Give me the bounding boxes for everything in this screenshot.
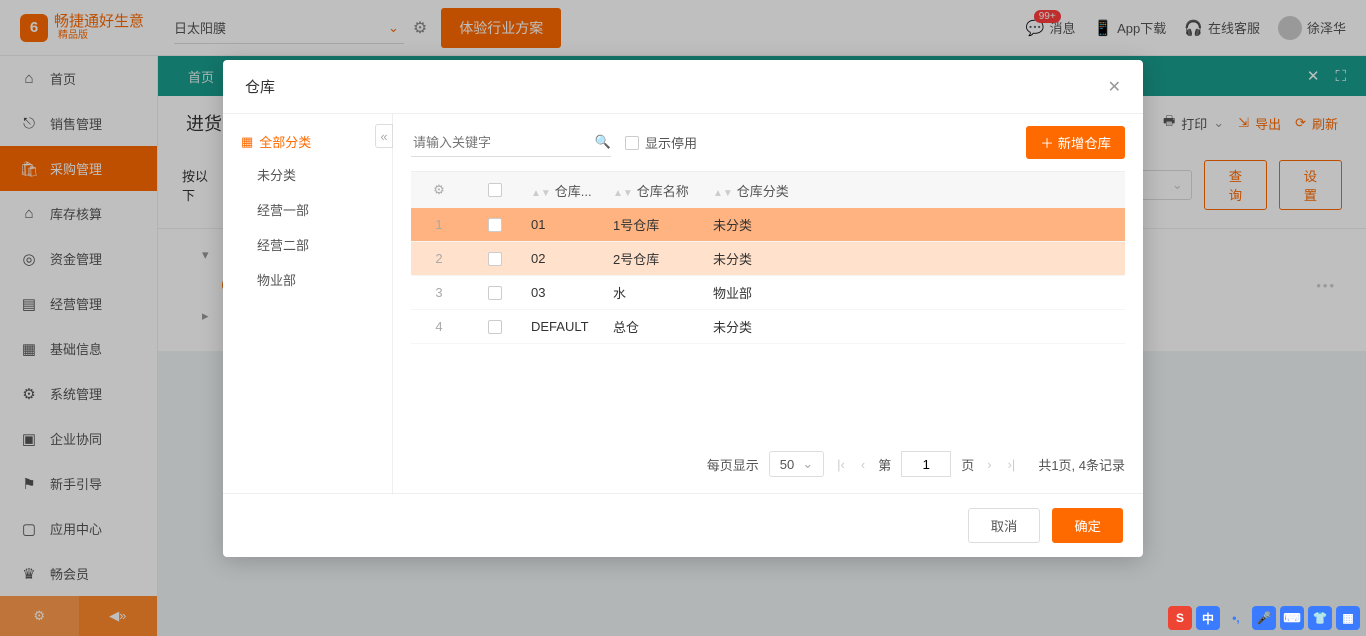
page-input[interactable] (901, 451, 951, 477)
warehouse-modal: 仓库 ✕ « ▦ 全部分类 未分类 经营一部 经营二部 物业部 🔍 显示停用 (223, 60, 1143, 557)
row-checkbox[interactable] (488, 320, 502, 334)
table-row[interactable]: 4 DEFAULT 总仓 未分类 (411, 310, 1125, 344)
cancel-button[interactable]: 取消 (968, 508, 1041, 543)
chevron-down-icon: ⌄ (802, 456, 813, 472)
pager-summary: 共1页, 4条记录 (1038, 455, 1125, 474)
show-disabled-label: 显示停用 (645, 133, 697, 152)
table-row[interactable]: 2 02 2号仓库 未分类 (411, 242, 1125, 276)
ime-cn-icon[interactable]: 中 (1196, 606, 1220, 630)
col-cat-label: 仓库分类 (737, 184, 789, 199)
table-panel: 🔍 显示停用 ＋ 新增仓库 ⚙ ▲▼ 仓库... ▲▼ 仓库名称 ▲▼ 仓库分类 (393, 114, 1143, 493)
collapse-panel-icon[interactable]: « (375, 124, 393, 148)
cell-name: 水 (613, 283, 713, 302)
sort-icon: ▲▼ (531, 188, 551, 199)
table-header: ⚙ ▲▼ 仓库... ▲▼ 仓库名称 ▲▼ 仓库分类 (411, 172, 1125, 208)
add-label: 新增仓库 (1058, 133, 1111, 152)
select-all-checkbox[interactable] (488, 183, 502, 197)
row-index: 4 (411, 319, 467, 334)
per-page-select[interactable]: 50 ⌄ (769, 451, 824, 477)
col-code[interactable]: ▲▼ 仓库... (523, 181, 613, 200)
ime-mic-icon[interactable]: 🎤 (1252, 606, 1276, 630)
modal-title: 仓库 (245, 76, 275, 97)
show-disabled-checkbox[interactable]: 显示停用 (625, 133, 697, 152)
page-prev-icon[interactable]: ‹ (858, 457, 868, 472)
cell-name: 2号仓库 (613, 249, 713, 268)
col-category[interactable]: ▲▼ 仓库分类 (713, 181, 1125, 200)
pager: 每页显示 50 ⌄ |‹ ‹ 第 页 › ›| 共1页, 4条记录 (411, 437, 1125, 477)
table-row[interactable]: 1 01 1号仓库 未分类 (411, 208, 1125, 242)
ime-bar: S 中 •, 🎤 ⌨ 👕 ▦ (1168, 606, 1360, 630)
category-root-label: 全部分类 (259, 132, 311, 151)
category-all[interactable]: ▦ 全部分类 (223, 126, 392, 157)
sort-icon: ▲▼ (613, 188, 633, 199)
cell-name: 1号仓库 (613, 215, 713, 234)
cell-cat: 未分类 (713, 215, 1125, 234)
row-index: 3 (411, 285, 467, 300)
category-item[interactable]: 未分类 (223, 157, 392, 192)
ok-button[interactable]: 确定 (1052, 508, 1123, 543)
page-suffix: 页 (961, 455, 974, 474)
category-item[interactable]: 物业部 (223, 262, 392, 297)
cell-code: DEFAULT (523, 319, 613, 334)
grid-icon: ▦ (241, 134, 253, 150)
col-code-label: 仓库... (555, 184, 592, 199)
col-name-label: 仓库名称 (637, 184, 689, 199)
search-input[interactable] (411, 129, 595, 156)
ime-keyboard-icon[interactable]: ⌨ (1280, 606, 1304, 630)
plus-icon: ＋ (1040, 133, 1053, 152)
per-page-label: 每页显示 (707, 455, 759, 474)
warehouse-table: ⚙ ▲▼ 仓库... ▲▼ 仓库名称 ▲▼ 仓库分类 1 01 1号仓库 未分类 2 … (411, 171, 1125, 344)
ime-sogou-icon[interactable]: S (1168, 606, 1192, 630)
row-checkbox[interactable] (488, 218, 502, 232)
search-input-wrap: 🔍 (411, 129, 611, 157)
col-name[interactable]: ▲▼ 仓库名称 (613, 181, 713, 200)
row-index: 2 (411, 251, 467, 266)
page-prefix: 第 (878, 455, 891, 474)
settings-column-icon[interactable]: ⚙ (411, 182, 467, 198)
checkbox-icon (625, 136, 639, 150)
cell-code: 02 (523, 251, 613, 266)
page-next-icon[interactable]: › (984, 457, 994, 472)
category-item[interactable]: 经营二部 (223, 227, 392, 262)
ime-punct-icon[interactable]: •, (1224, 606, 1248, 630)
category-item[interactable]: 经营一部 (223, 192, 392, 227)
cell-cat: 物业部 (713, 283, 1125, 302)
category-panel: « ▦ 全部分类 未分类 经营一部 经营二部 物业部 (223, 114, 393, 493)
cell-cat: 未分类 (713, 249, 1125, 268)
ime-grid-icon[interactable]: ▦ (1336, 606, 1360, 630)
ime-skin-icon[interactable]: 👕 (1308, 606, 1332, 630)
cell-cat: 未分类 (713, 317, 1125, 336)
row-index: 1 (411, 217, 467, 232)
sort-icon: ▲▼ (713, 188, 733, 199)
row-checkbox[interactable] (488, 286, 502, 300)
close-icon[interactable]: ✕ (1108, 77, 1121, 97)
per-page-value: 50 (780, 457, 794, 472)
page-first-icon[interactable]: |‹ (834, 457, 848, 472)
cell-name: 总仓 (613, 317, 713, 336)
cell-code: 03 (523, 285, 613, 300)
table-row[interactable]: 3 03 水 物业部 (411, 276, 1125, 310)
cell-code: 01 (523, 217, 613, 232)
row-checkbox[interactable] (488, 252, 502, 266)
page-last-icon[interactable]: ›| (1005, 457, 1019, 472)
add-warehouse-button[interactable]: ＋ 新增仓库 (1026, 126, 1125, 159)
search-icon[interactable]: 🔍 (595, 134, 611, 150)
